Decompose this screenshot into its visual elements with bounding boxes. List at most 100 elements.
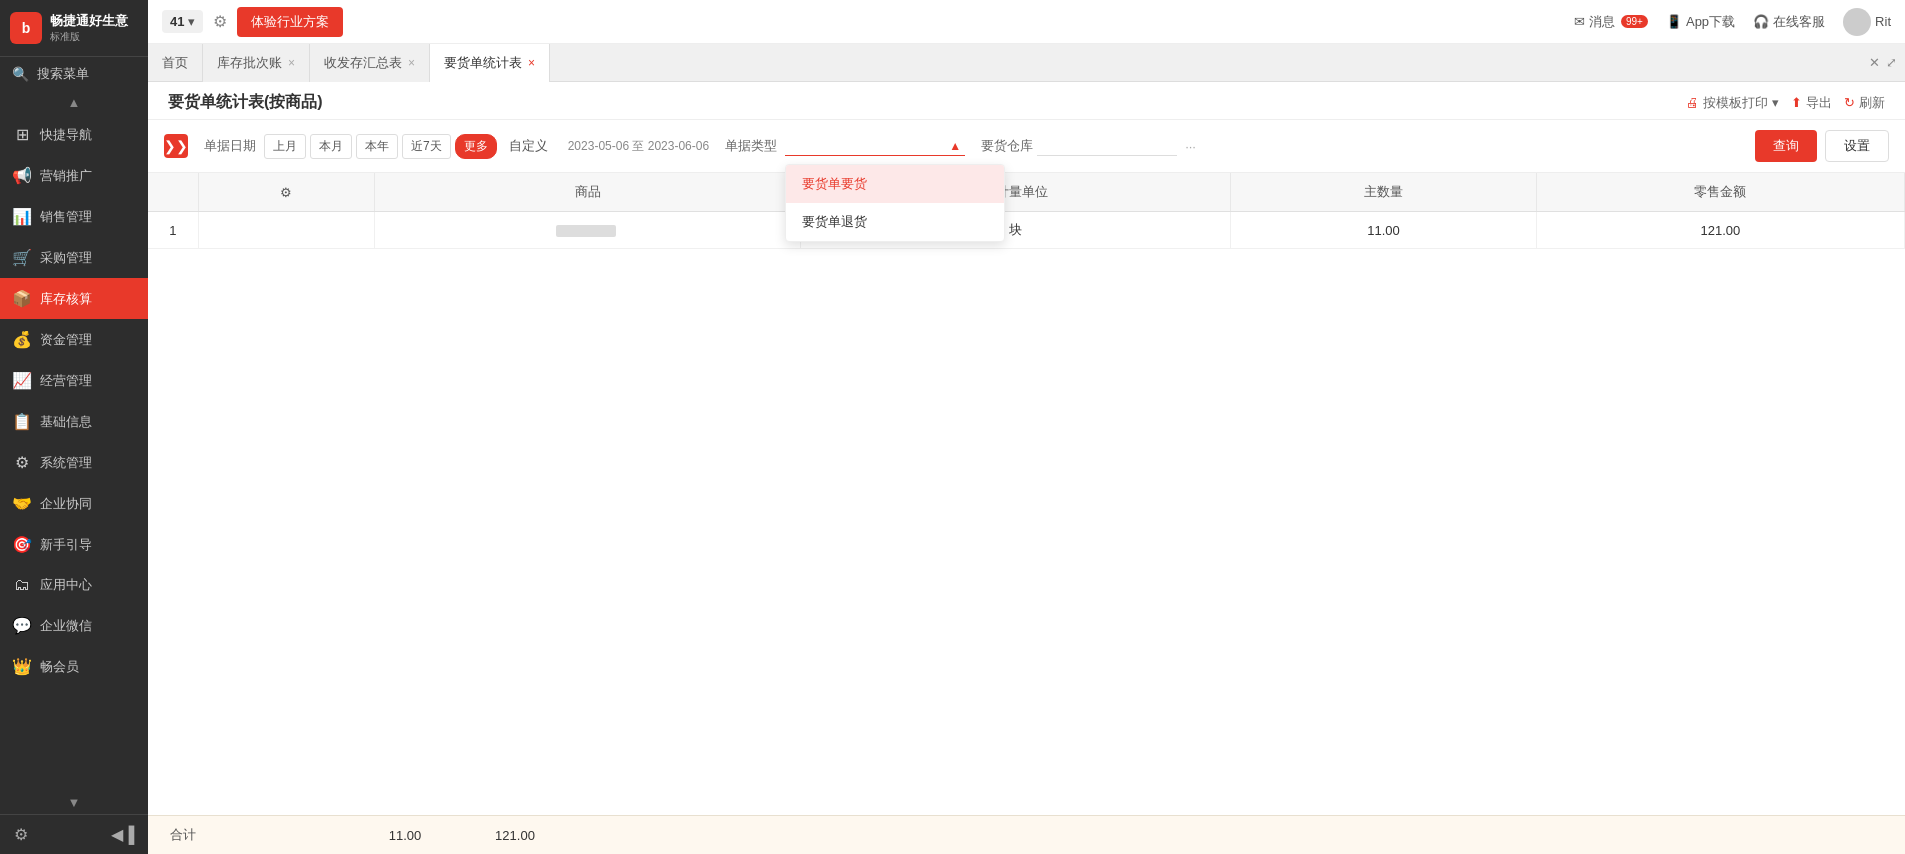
filter-type-label: 单据类型 bbox=[725, 137, 777, 155]
table-footer: 合计 11.00 121.00 bbox=[148, 815, 1905, 854]
sidebar-item-marketing[interactable]: 📢 营销推广 bbox=[0, 155, 148, 196]
app-download-label: App下载 bbox=[1686, 13, 1735, 31]
sidebar-item-inventory[interactable]: 📦 库存核算 bbox=[0, 278, 148, 319]
inventory-icon: 📦 bbox=[12, 289, 32, 308]
content-area: 要货单统计表(按商品) 🖨 按模板打印 ▾ ⬆ 导出 ↻ 刷新 ❯❯ bbox=[148, 82, 1905, 854]
sidebar-item-basic-info[interactable]: 📋 基础信息 bbox=[0, 401, 148, 442]
sidebar-item-label: 销售管理 bbox=[40, 208, 92, 226]
finance-icon: 💰 bbox=[12, 330, 32, 349]
user-avatar bbox=[1843, 8, 1871, 36]
cell-sales-amount: 121.00 bbox=[1536, 212, 1904, 249]
tab-send-receive[interactable]: 收发存汇总表 × bbox=[310, 44, 430, 82]
filter-date-label: 单据日期 bbox=[204, 137, 256, 155]
filter-warehouse-field[interactable] bbox=[1037, 136, 1177, 156]
page-header: 要货单统计表(按商品) 🖨 按模板打印 ▾ ⬆ 导出 ↻ 刷新 bbox=[148, 82, 1905, 120]
refresh-icon: ↻ bbox=[1844, 95, 1855, 110]
print-expand-icon[interactable]: ▾ bbox=[1772, 95, 1779, 110]
promo-button[interactable]: 体验行业方案 bbox=[237, 7, 343, 37]
tab-home[interactable]: 首页 bbox=[148, 44, 203, 82]
tab-requisition[interactable]: 要货单统计表 × bbox=[430, 44, 550, 82]
dropdown-item-order-goods[interactable]: 要货单要货 bbox=[786, 165, 1004, 203]
tab-label: 收发存汇总表 bbox=[324, 54, 402, 72]
purchase-icon: 🛒 bbox=[12, 248, 32, 267]
tab-close-requisition[interactable]: × bbox=[528, 56, 535, 70]
dropdown-item-order-return[interactable]: 要货单退货 bbox=[786, 203, 1004, 241]
user-avatar-item[interactable]: Rit bbox=[1843, 8, 1891, 36]
quick-nav-icon: ⊞ bbox=[12, 125, 32, 144]
filter-custom-date[interactable]: 自定义 bbox=[501, 134, 556, 159]
chevron-down-icon[interactable]: ▾ bbox=[188, 14, 195, 29]
sidebar-item-enterprise[interactable]: 🤝 企业协同 bbox=[0, 483, 148, 524]
sidebar-item-quick-nav[interactable]: ⊞ 快捷导航 bbox=[0, 114, 148, 155]
online-service-item[interactable]: 🎧 在线客服 bbox=[1753, 13, 1825, 31]
filter-more-dates[interactable]: 更多 bbox=[455, 134, 497, 159]
sidebar-item-label: 企业微信 bbox=[40, 617, 92, 635]
page-actions: 🖨 按模板打印 ▾ ⬆ 导出 ↻ 刷新 bbox=[1686, 94, 1885, 112]
sidebar-item-system[interactable]: ⚙ 系统管理 bbox=[0, 442, 148, 483]
sidebar-item-app-center[interactable]: 🗂 应用中心 bbox=[0, 565, 148, 605]
sidebar-item-label: 库存核算 bbox=[40, 290, 92, 308]
filter-type-field[interactable] bbox=[785, 136, 965, 156]
topbar: 41 ▾ ⚙ 体验行业方案 ✉ 消息 99+ 📱 App下载 🎧 在线客服 R bbox=[148, 0, 1905, 44]
topbar-breadcrumb: 41 ▾ bbox=[162, 10, 203, 33]
tab-batch-account[interactable]: 库存批次账 × bbox=[203, 44, 310, 82]
tab-close-all-icon[interactable]: ✕ bbox=[1869, 55, 1880, 70]
filter-buttons: 查询 设置 bbox=[1755, 130, 1889, 162]
print-label: 按模板打印 bbox=[1703, 94, 1768, 112]
cell-gear bbox=[198, 212, 375, 249]
app-download-item[interactable]: 📱 App下载 bbox=[1666, 13, 1735, 31]
sidebar-item-finance[interactable]: 💰 资金管理 bbox=[0, 319, 148, 360]
collapse-sidebar-icon[interactable]: ◀▐ bbox=[111, 825, 134, 844]
sidebar-item-sales[interactable]: 📊 销售管理 bbox=[0, 196, 148, 237]
query-button[interactable]: 查询 bbox=[1755, 130, 1817, 162]
topbar-gear-icon[interactable]: ⚙ bbox=[213, 12, 227, 31]
settings-icon[interactable]: ⚙ bbox=[14, 825, 28, 844]
refresh-button[interactable]: ↻ 刷新 bbox=[1844, 94, 1885, 112]
tab-label: 要货单统计表 bbox=[444, 54, 522, 72]
sidebar-item-newbie[interactable]: 🎯 新手引导 bbox=[0, 524, 148, 565]
page-title: 要货单统计表(按商品) bbox=[168, 92, 323, 113]
settings-button[interactable]: 设置 bbox=[1825, 130, 1889, 162]
app-edition: 标准版 bbox=[50, 30, 128, 43]
filter-this-year[interactable]: 本年 bbox=[356, 134, 398, 159]
wechat-icon: 💬 bbox=[12, 616, 32, 635]
th-rownum bbox=[148, 173, 198, 212]
filter-last-month[interactable]: 上月 bbox=[264, 134, 306, 159]
footer-label: 合计 bbox=[160, 826, 350, 844]
table-row: 1 块 11.00 121.00 bbox=[148, 212, 1905, 249]
sidebar-scroll-down[interactable]: ▼ bbox=[0, 791, 148, 814]
refresh-label: 刷新 bbox=[1859, 94, 1885, 112]
export-button[interactable]: ⬆ 导出 bbox=[1791, 94, 1832, 112]
message-item[interactable]: ✉ 消息 99+ bbox=[1574, 13, 1648, 31]
sidebar-item-label: 企业协同 bbox=[40, 495, 92, 513]
table-gear-icon[interactable]: ⚙ bbox=[280, 185, 292, 200]
th-sales-amount: 零售金额 bbox=[1536, 173, 1904, 212]
export-icon: ⬆ bbox=[1791, 95, 1802, 110]
system-icon: ⚙ bbox=[12, 453, 32, 472]
th-quantity: 主数量 bbox=[1230, 173, 1536, 212]
app-logo-icon: b bbox=[10, 12, 42, 44]
print-button[interactable]: 🖨 按模板打印 ▾ bbox=[1686, 94, 1779, 112]
tab-close-send-receive[interactable]: × bbox=[408, 56, 415, 70]
filter-last-7-days[interactable]: 近7天 bbox=[402, 134, 451, 159]
export-label: 导出 bbox=[1806, 94, 1832, 112]
chevron-up-icon[interactable]: ▲ bbox=[949, 139, 961, 153]
filter-expand-button[interactable]: ❯❯ bbox=[164, 134, 188, 158]
sidebar-item-purchase[interactable]: 🛒 采购管理 bbox=[0, 237, 148, 278]
filter-more-dots-icon[interactable]: ··· bbox=[1185, 139, 1196, 154]
sidebar-item-wechat[interactable]: 💬 企业微信 bbox=[0, 605, 148, 646]
sidebar-item-operations[interactable]: 📈 经营管理 bbox=[0, 360, 148, 401]
filter-this-month[interactable]: 本月 bbox=[310, 134, 352, 159]
message-icon: ✉ bbox=[1574, 14, 1585, 29]
table-container: ⚙ 商品 主计量单位 主数量 零售金额 1 bbox=[148, 173, 1905, 815]
sidebar-search[interactable]: 🔍 搜索菜单 bbox=[0, 57, 148, 91]
tab-close-batch-account[interactable]: × bbox=[288, 56, 295, 70]
tab-expand-icon[interactable]: ⤢ bbox=[1886, 55, 1897, 70]
th-gear[interactable]: ⚙ bbox=[198, 173, 375, 212]
sidebar-item-label: 应用中心 bbox=[40, 576, 92, 594]
topbar-left: 41 ▾ ⚙ 体验行业方案 bbox=[162, 7, 343, 37]
filter-date-group: 单据日期 上月 本月 本年 近7天 更多 自定义 2023-05-06 至 20… bbox=[204, 134, 709, 159]
sidebar-item-member[interactable]: 👑 畅会员 bbox=[0, 646, 148, 687]
filter-type-group: 单据类型 ▲ 要货单要货 要货单退货 bbox=[725, 136, 965, 156]
sidebar-scroll-up[interactable]: ▲ bbox=[0, 91, 148, 114]
